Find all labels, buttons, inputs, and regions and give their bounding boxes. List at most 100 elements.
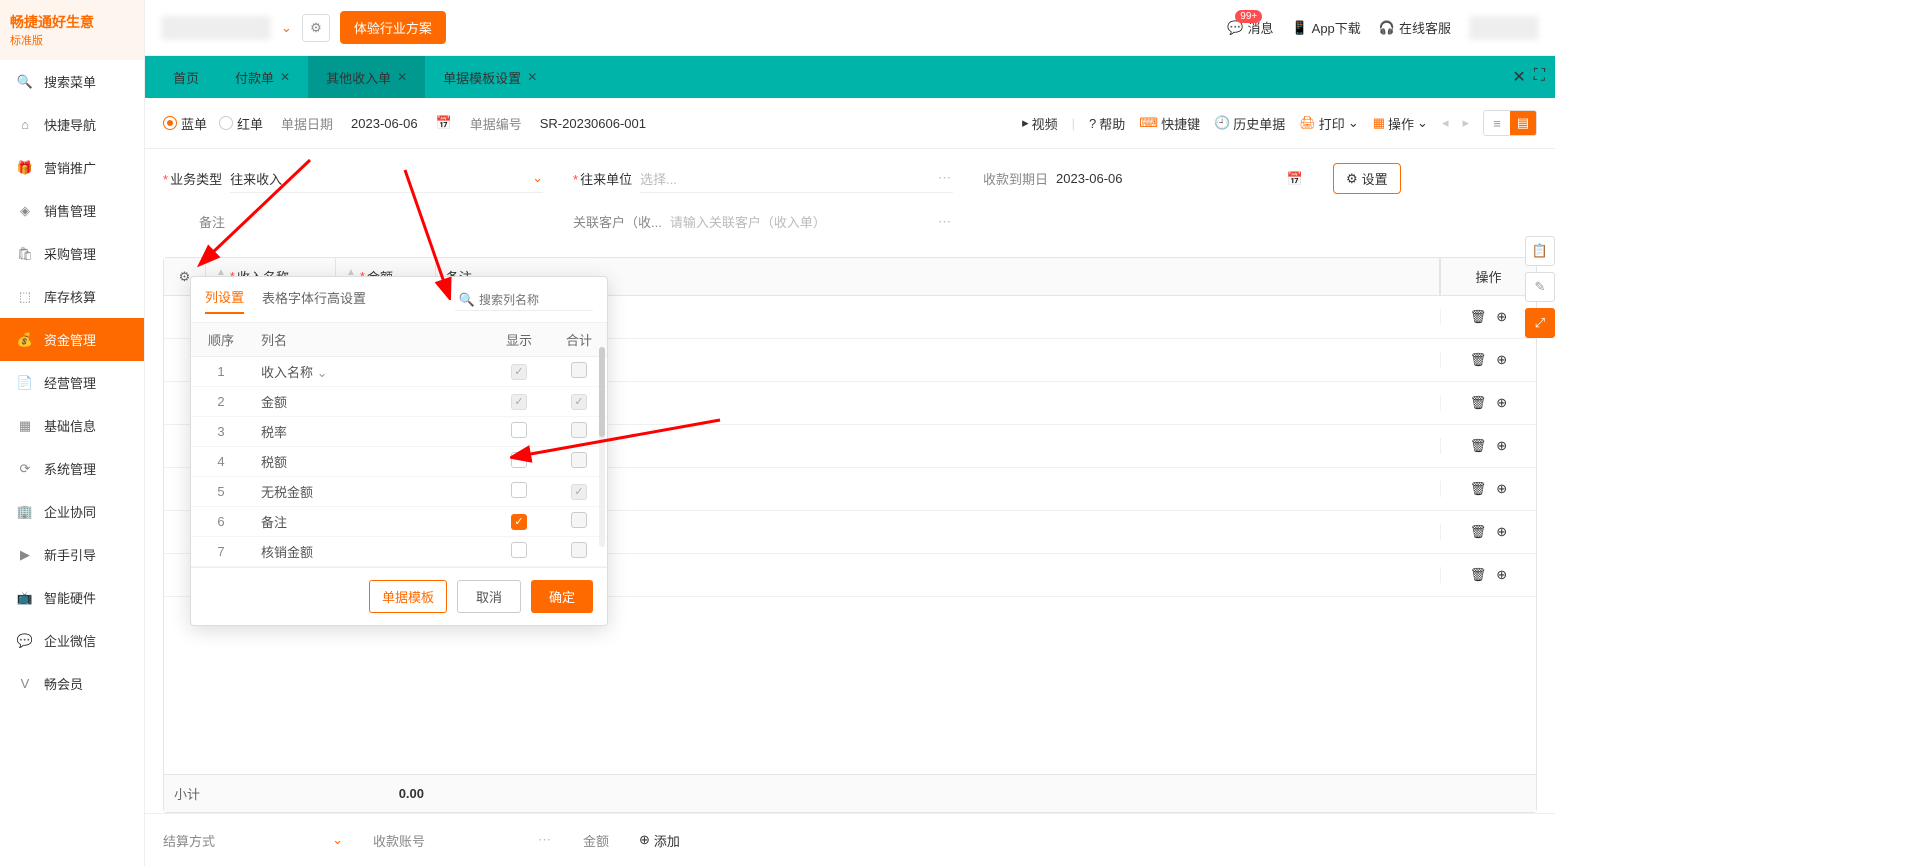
due-date-field[interactable]: 收款到期日 2023-06-06 📅 [983,167,1303,190]
experience-button[interactable]: 体验行业方案 [340,11,446,44]
online-service-link[interactable]: 🎧 在线客服 [1379,18,1451,37]
close-icon[interactable]: ✕ [527,70,537,84]
add-row-icon[interactable]: ⊕ [1496,309,1507,325]
checkbox-icon[interactable]: ✓ [571,394,587,410]
calendar-icon[interactable]: 📅 [1287,171,1303,187]
doc-date-value[interactable]: 2023-06-06 [351,116,418,131]
sidebar-item-building[interactable]: 🏢企业协同 [0,490,144,533]
sidebar-item-grid[interactable]: ▦基础信息 [0,404,144,447]
next-icon[interactable]: ▸ [1462,115,1469,131]
popover-search[interactable]: 🔍 [455,290,593,311]
settings-button[interactable]: ⚙设置 [1333,163,1401,194]
tab[interactable]: 其他收入单✕ [308,56,425,98]
print-link[interactable]: 🖨打印⌄ [1299,114,1358,133]
sidebar-item-search[interactable]: 🔍搜索菜单 [0,60,144,103]
history-link[interactable]: 🕘历史单据 [1214,114,1285,133]
add-row-icon[interactable]: ⊕ [1496,567,1507,583]
more-icon[interactable]: ⋯ [938,170,953,186]
add-row-icon[interactable]: ⊕ [1496,524,1507,540]
sidebar-item-doc[interactable]: 📄经营管理 [0,361,144,404]
list-view-icon[interactable]: ≡ [1484,111,1510,135]
sidebar-item-tv[interactable]: 📺智能硬件 [0,576,144,619]
account-field[interactable]: 收款账号 ⋯ [373,828,553,852]
shortcut-link[interactable]: ⌨快捷键 [1139,114,1200,133]
add-row-icon[interactable]: ⊕ [1496,438,1507,454]
delete-icon[interactable]: 🗑 [1470,438,1487,454]
chevron-down-icon[interactable]: ⌄ [332,832,343,848]
sidebar-item-wallet[interactable]: 💰资金管理 [0,318,144,361]
chevron-down-icon[interactable]: ⌄ [317,365,328,380]
popover-tab-font[interactable]: 表格字体行高设置 [262,288,366,313]
sidebar-item-gift[interactable]: 🎁营销推广 [0,146,144,189]
add-row-icon[interactable]: ⊕ [1496,352,1507,368]
add-row-icon[interactable]: ⊕ [1496,395,1507,411]
cancel-button[interactable]: 取消 [457,580,521,613]
add-button[interactable]: ⊕添加 [639,831,680,850]
checkbox-icon[interactable] [511,482,527,498]
add-row-icon[interactable]: ⊕ [1496,481,1507,497]
delete-icon[interactable]: 🗑 [1470,481,1487,497]
biz-type-field[interactable]: *业务类型 往来收入⌄ [163,165,543,193]
fullscreen-icon[interactable]: ⛶ [1534,67,1545,87]
checkbox-icon[interactable]: ✓ [511,514,527,530]
tab[interactable]: 单据模板设置✕ [425,56,555,98]
column-settings-popover: 列设置 表格字体行高设置 🔍 顺序 列名 显示 合计 1收入名称 ⌄✓2金额✓✓… [190,276,608,626]
delete-icon[interactable]: 🗑 [1470,352,1487,368]
sidebar-item-vip[interactable]: V畅会员 [0,662,144,705]
delete-icon[interactable]: 🗑 [1470,395,1487,411]
checkbox-icon[interactable]: ✓ [571,484,587,500]
headset-icon: 🎧 [1379,20,1395,36]
app-download-link[interactable]: 📱 App下载 [1291,18,1360,37]
tab[interactable]: 首页 [155,56,217,98]
expand-icon[interactable]: ⤢ [1525,308,1555,338]
checkbox-icon[interactable] [511,422,527,438]
delete-icon[interactable]: 🗑 [1470,524,1487,540]
radio-blue[interactable]: 蓝单 [163,114,207,133]
prev-icon[interactable]: ◂ [1442,115,1449,131]
checkbox-icon[interactable] [511,542,527,558]
close-icon[interactable]: ✕ [280,70,290,84]
doc-no-value: SR-20230606-001 [540,116,646,131]
close-icon[interactable]: ✕ [397,70,407,84]
view-toggle[interactable]: ≡ ▤ [1483,110,1537,136]
remark-field[interactable]: 备注 [163,212,543,231]
note-icon[interactable]: 📋 [1525,236,1555,266]
sidebar-item-chat[interactable]: 💬企业微信 [0,619,144,662]
popover-search-input[interactable] [479,293,589,307]
delete-icon[interactable]: 🗑 [1470,309,1487,325]
checkbox-icon[interactable] [511,452,527,468]
calendar-icon[interactable]: 📅 [436,115,452,131]
tab[interactable]: 付款单✕ [217,56,308,98]
chevron-down-icon[interactable]: ⌄ [281,20,292,36]
sidebar-item-play[interactable]: ▶新手引导 [0,533,144,576]
confirm-button[interactable]: 确定 [531,580,593,613]
messages-link[interactable]: 💬 消息 99+ [1227,18,1273,37]
delete-icon[interactable]: 🗑 [1470,567,1487,583]
more-icon[interactable]: ⋯ [538,832,553,848]
edit-icon[interactable]: ✎ [1525,272,1555,302]
checkbox-icon[interactable]: ✓ [511,364,527,380]
chevron-down-icon[interactable]: ⌄ [532,170,543,186]
counterparty-field[interactable]: *往来单位 选择...⋯ [573,165,953,193]
video-link[interactable]: ▸视频 [1022,114,1058,133]
popover-scrollbar[interactable] [599,347,605,547]
sidebar-item-tag[interactable]: ◈销售管理 [0,189,144,232]
more-icon[interactable]: ⋯ [938,214,953,230]
help-link[interactable]: ?帮助 [1089,114,1125,133]
radio-red[interactable]: 红单 [219,114,263,133]
close-all-icon[interactable]: ✕ [1512,67,1525,87]
sidebar-item-box[interactable]: ⬚库存核算 [0,275,144,318]
template-button[interactable]: 单据模板 [369,580,447,613]
popover-tab-columns[interactable]: 列设置 [205,287,244,314]
org-name-blurred [161,16,271,40]
rel-customer-field[interactable]: 关联客户（收... 请输入关联客户（收入单）⋯ [573,208,953,235]
operate-link[interactable]: ▦操作⌄ [1373,114,1428,133]
form-view-icon[interactable]: ▤ [1510,111,1536,135]
sidebar-item-refresh[interactable]: ⟳系统管理 [0,447,144,490]
checkbox-icon[interactable]: ✓ [511,394,527,410]
sidebar-item-home[interactable]: ⌂快捷导航 [0,103,144,146]
sidebar-item-bag[interactable]: 🛍采购管理 [0,232,144,275]
rel-customer-label: 关联客户（收... [573,212,662,231]
settings-gear-button[interactable]: ⚙ [302,14,330,42]
settle-method-field[interactable]: 结算方式 ⌄ [163,828,343,852]
